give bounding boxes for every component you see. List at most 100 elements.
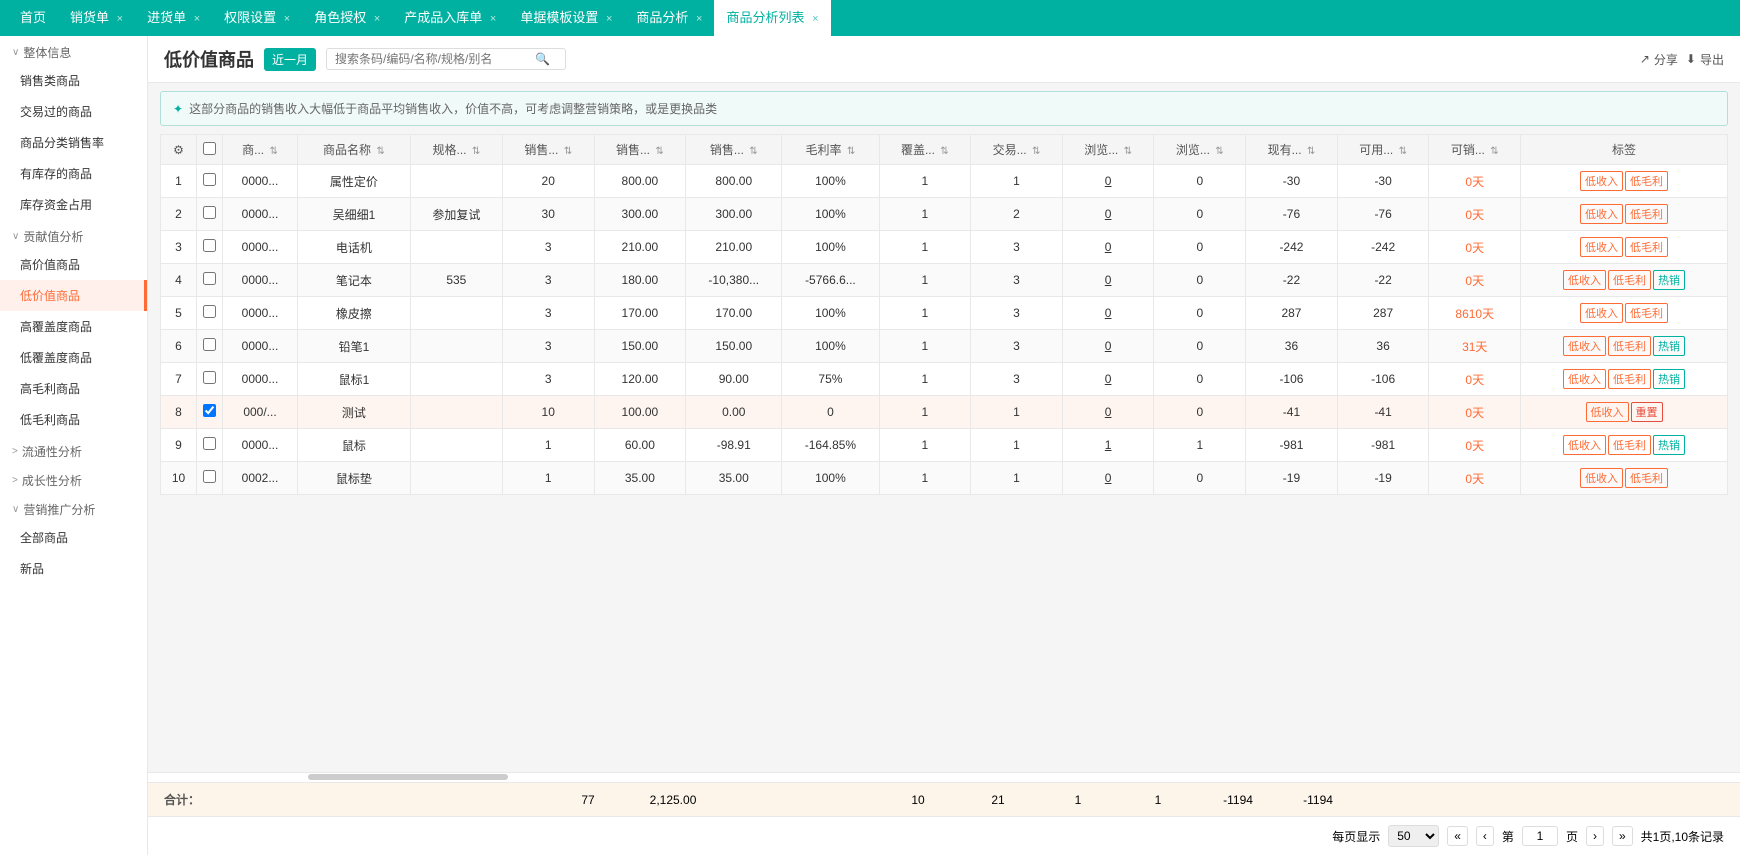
close-template[interactable]: × (606, 13, 612, 25)
next-page-button[interactable]: › (1586, 826, 1604, 846)
row-checkbox[interactable] (203, 272, 216, 285)
nav-template[interactable]: 单据模板设置 × (508, 0, 624, 36)
days-cell: 0天 (1429, 429, 1521, 462)
horizontal-scrollbar[interactable] (148, 772, 1740, 782)
sidebar-item-category-sales-rate[interactable]: 商品分类销售率 (0, 127, 147, 158)
view-link[interactable]: 0 (1105, 339, 1112, 353)
view-link[interactable]: 0 (1105, 405, 1112, 419)
margin-cell: 100% (782, 297, 879, 330)
view-link[interactable]: 0 (1105, 306, 1112, 320)
view-link[interactable]: 0 (1105, 273, 1112, 287)
stock2-col-header[interactable]: 可用... ⇅ (1337, 135, 1429, 165)
name-cell: 测试 (298, 396, 411, 429)
view-link[interactable]: 0 (1105, 207, 1112, 221)
name-col-header[interactable]: 商品名称 ⇅ (298, 135, 411, 165)
sales1-col-header[interactable]: 销售... ⇅ (502, 135, 594, 165)
first-page-button[interactable]: « (1447, 826, 1468, 846)
nav-inventory[interactable]: 产成品入库单 × (392, 0, 508, 36)
close-inventory[interactable]: × (490, 13, 496, 25)
page-number-input[interactable] (1522, 826, 1558, 846)
sales3-col-header[interactable]: 销售... ⇅ (686, 135, 782, 165)
row-checkbox[interactable] (203, 173, 216, 186)
sidebar-item-traded-products[interactable]: 交易过的商品 (0, 96, 147, 127)
close-purchase-order[interactable]: × (194, 13, 200, 25)
nav-roles[interactable]: 角色授权 × (302, 0, 392, 36)
sales1-cell: 3 (502, 231, 594, 264)
view2-col-header[interactable]: 浏览... ⇅ (1154, 135, 1246, 165)
row-checkbox[interactable] (203, 305, 216, 318)
sidebar-item-high-value[interactable]: 高价值商品 (0, 249, 147, 280)
sidebar-group-liquidity[interactable]: > 流通性分析 (0, 435, 147, 464)
trade-col-header[interactable]: 交易... ⇅ (971, 135, 1063, 165)
view-link[interactable]: 0 (1105, 240, 1112, 254)
row-checkbox[interactable] (203, 206, 216, 219)
close-product-analysis-list[interactable]: × (812, 13, 818, 25)
total-records: 共1页,10条记录 (1641, 828, 1724, 845)
spec-cell: 535 (410, 264, 502, 297)
view-link[interactable]: 0 (1105, 471, 1112, 485)
saleable-col-header[interactable]: 可销... ⇅ (1429, 135, 1521, 165)
settings-col-header[interactable]: ⚙ (161, 135, 197, 165)
nav-purchase-order[interactable]: 进货单 × (135, 0, 212, 36)
last-page-button[interactable]: » (1612, 826, 1633, 846)
prev-page-button[interactable]: ‹ (1476, 826, 1494, 846)
data-table-wrapper: ⚙ 商... ⇅ 商品名称 ⇅ 规格... ⇅ 销售... ⇅ 销售... ⇅ … (160, 134, 1728, 772)
sidebar-item-low-coverage[interactable]: 低覆盖度商品 (0, 342, 147, 373)
spec-col-header[interactable]: 规格... ⇅ (410, 135, 502, 165)
per-page-select[interactable]: 50 100 200 (1388, 825, 1439, 847)
share-icon: ↗ (1640, 52, 1650, 66)
close-permissions[interactable]: × (284, 13, 290, 25)
nav-product-analysis-list[interactable]: 商品分析列表 × (714, 0, 830, 36)
row-checkbox[interactable] (203, 470, 216, 483)
row-checkbox[interactable] (203, 371, 216, 384)
sales2-col-header[interactable]: 销售... ⇅ (594, 135, 686, 165)
sales3-cell: 210.00 (686, 231, 782, 264)
sidebar-item-low-value[interactable]: 低价值商品 (0, 280, 147, 311)
view1-col-header[interactable]: 浏览... ⇅ (1062, 135, 1154, 165)
view-link[interactable]: 0 (1105, 174, 1112, 188)
coverage-col-header[interactable]: 覆盖... ⇅ (879, 135, 971, 165)
sidebar-item-all-products[interactable]: 全部商品 (0, 522, 147, 553)
sidebar-item-high-margin[interactable]: 高毛利商品 (0, 373, 147, 404)
row-num-cell: 8 (161, 396, 197, 429)
row-checkbox[interactable] (203, 437, 216, 450)
footer-view1: 1 (1038, 793, 1118, 807)
stock1-cell: -106 (1246, 363, 1338, 396)
nav-home[interactable]: 首页 (8, 0, 58, 36)
nav-permissions[interactable]: 权限设置 × (212, 0, 302, 36)
close-product-analysis[interactable]: × (696, 13, 702, 25)
sidebar-item-sales-products[interactable]: 销售类商品 (0, 65, 147, 96)
time-filter-button[interactable]: 近一月 (264, 48, 316, 71)
nav-sales-order[interactable]: 销货单 × (58, 0, 135, 36)
view-link[interactable]: 1 (1105, 438, 1112, 452)
sidebar-item-in-stock-products[interactable]: 有库存的商品 (0, 158, 147, 189)
sidebar-group-overview: ∨ 整体信息 (0, 36, 147, 65)
table-row: 2 0000... 吴细细1 参加复试 30 300.00 300.00 100… (161, 198, 1728, 231)
search-input[interactable] (335, 52, 535, 66)
export-button[interactable]: ⬇ 导出 (1686, 51, 1724, 68)
row-checkbox[interactable] (203, 338, 216, 351)
code-col-header[interactable]: 商... ⇅ (223, 135, 298, 165)
view-link[interactable]: 0 (1105, 372, 1112, 386)
sidebar-item-low-margin[interactable]: 低毛利商品 (0, 404, 147, 435)
row-checkbox[interactable] (203, 239, 216, 252)
stock2-cell: -106 (1337, 363, 1429, 396)
nav-product-analysis[interactable]: 商品分析 × (624, 0, 714, 36)
stock1-cell: -30 (1246, 165, 1338, 198)
share-button[interactable]: ↗ 分享 (1640, 51, 1678, 68)
stock1-col-header[interactable]: 现有... ⇅ (1246, 135, 1338, 165)
search-icon[interactable]: 🔍 (535, 52, 550, 66)
close-sales-order[interactable]: × (117, 13, 123, 25)
sidebar-item-high-coverage[interactable]: 高覆盖度商品 (0, 311, 147, 342)
row-checkbox[interactable] (203, 404, 216, 417)
sidebar-item-inventory-funds[interactable]: 库存资金占用 (0, 189, 147, 220)
margin-col-header[interactable]: 毛利率 ⇅ (782, 135, 879, 165)
view1-cell: 0 (1062, 198, 1154, 231)
settings-icon[interactable]: ⚙ (173, 143, 184, 157)
sidebar-group-growth[interactable]: > 成长性分析 (0, 464, 147, 493)
sidebar-item-new-products[interactable]: 新品 (0, 553, 147, 584)
scrollbar-thumb[interactable] (308, 774, 508, 780)
select-all-checkbox[interactable] (203, 142, 216, 155)
checkbox-col-header (197, 135, 223, 165)
close-roles[interactable]: × (374, 13, 380, 25)
